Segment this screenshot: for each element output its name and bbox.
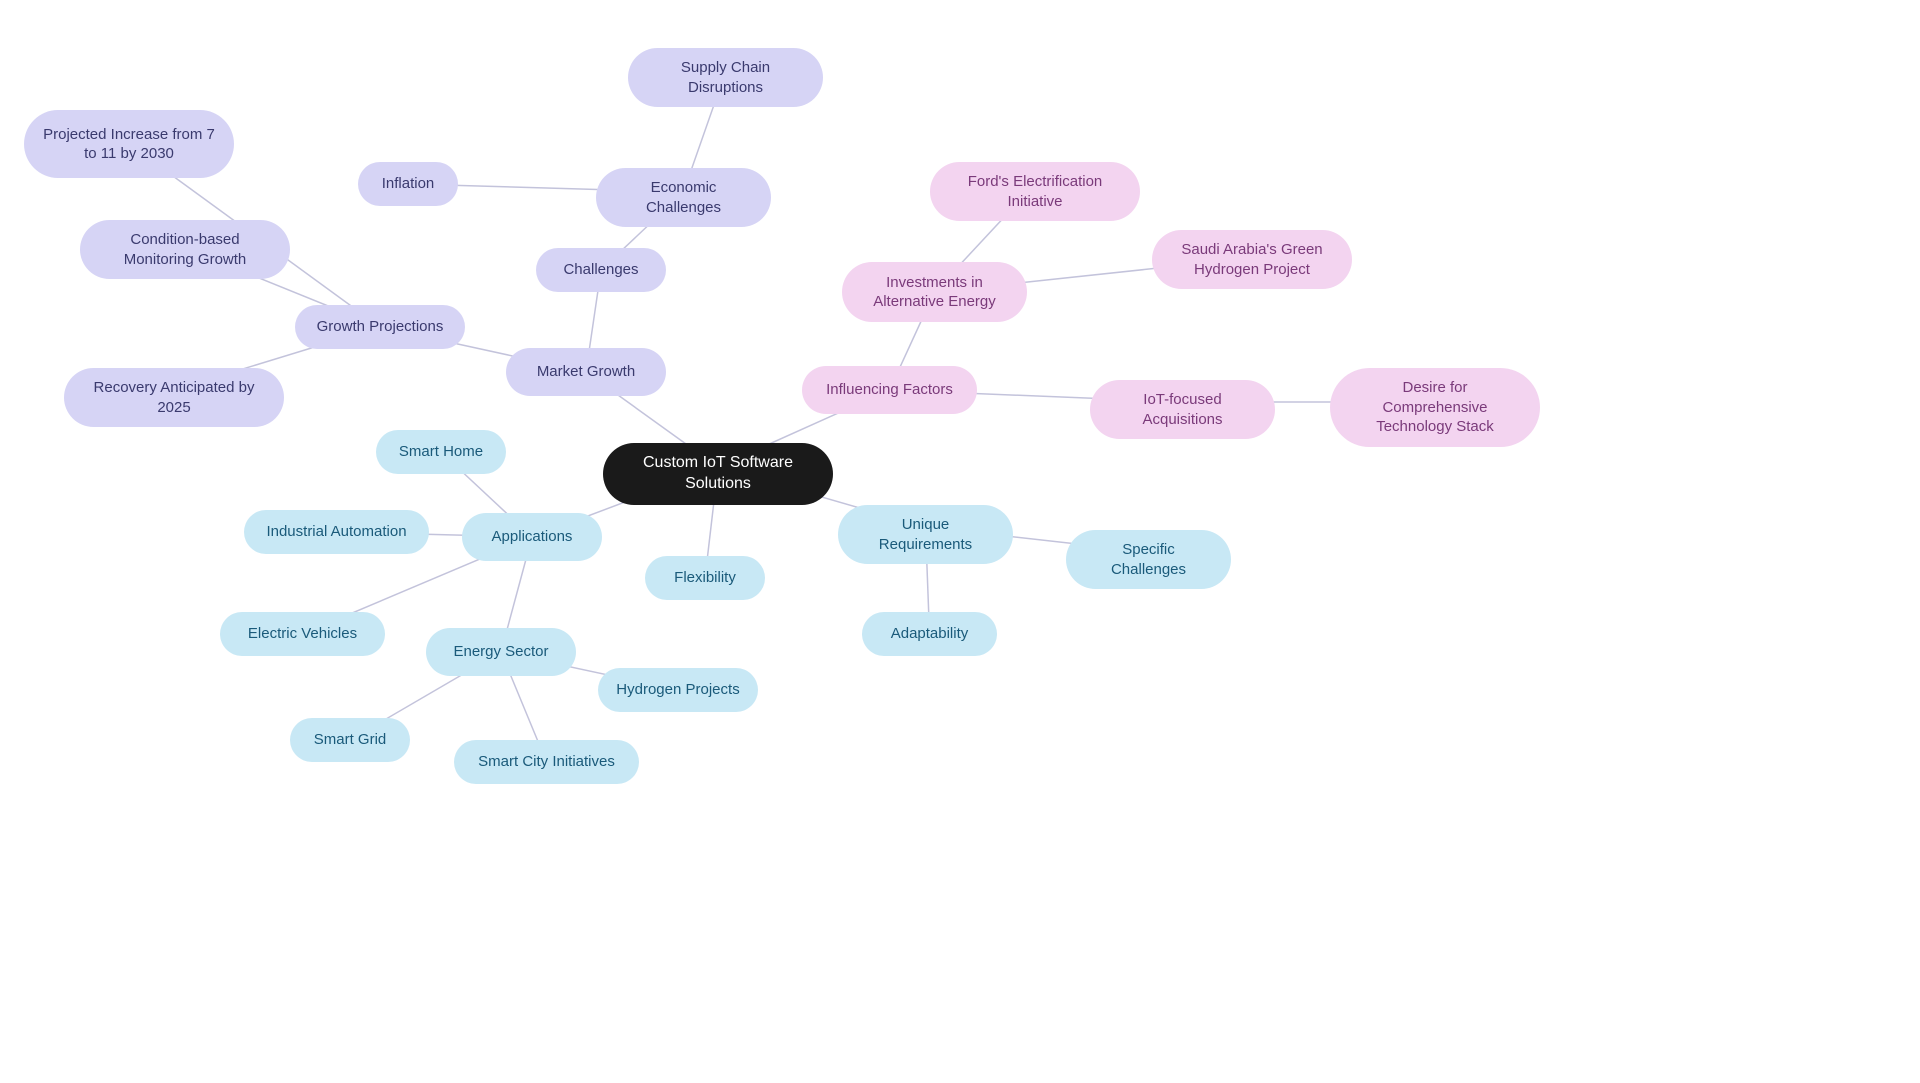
node-desire-tech-stack: Desire for Comprehensive Technology Stac… [1330, 368, 1540, 447]
node-unique-requirements: Unique Requirements [838, 505, 1013, 564]
node-smart-home: Smart Home [376, 430, 506, 474]
node-influencing-factors: Influencing Factors [802, 366, 977, 414]
node-condition-monitoring: Condition-based Monitoring Growth [80, 220, 290, 279]
node-adaptability: Adaptability [862, 612, 997, 656]
node-energy-sector: Energy Sector [426, 628, 576, 676]
node-iot-acquisitions: IoT-focused Acquisitions [1090, 380, 1275, 439]
node-fords-electrification: Ford's Electrification Initiative [930, 162, 1140, 221]
node-market-growth: Market Growth [506, 348, 666, 396]
node-economic-challenges: Economic Challenges [596, 168, 771, 227]
node-saudi-green-hydrogen: Saudi Arabia's Green Hydrogen Project [1152, 230, 1352, 289]
node-inflation: Inflation [358, 162, 458, 206]
node-industrial-automation: Industrial Automation [244, 510, 429, 554]
node-recovery-anticipated: Recovery Anticipated by 2025 [64, 368, 284, 427]
node-projected-increase: Projected Increase from 7 to 11 by 2030 [24, 110, 234, 178]
node-smart-grid: Smart Grid [290, 718, 410, 762]
node-center: Custom IoT Software Solutions [603, 443, 833, 505]
node-smart-city: Smart City Initiatives [454, 740, 639, 784]
node-investments-alt-energy: Investments in Alternative Energy [842, 262, 1027, 322]
node-specific-challenges: Specific Challenges [1066, 530, 1231, 589]
node-challenges: Challenges [536, 248, 666, 292]
node-flexibility: Flexibility [645, 556, 765, 600]
mindmap-container: Custom IoT Software Solutions Market Grow… [0, 0, 1920, 1083]
node-supply-chain: Supply Chain Disruptions [628, 48, 823, 107]
node-electric-vehicles: Electric Vehicles [220, 612, 385, 656]
node-applications: Applications [462, 513, 602, 561]
node-growth-projections: Growth Projections [295, 305, 465, 349]
node-hydrogen-projects: Hydrogen Projects [598, 668, 758, 712]
